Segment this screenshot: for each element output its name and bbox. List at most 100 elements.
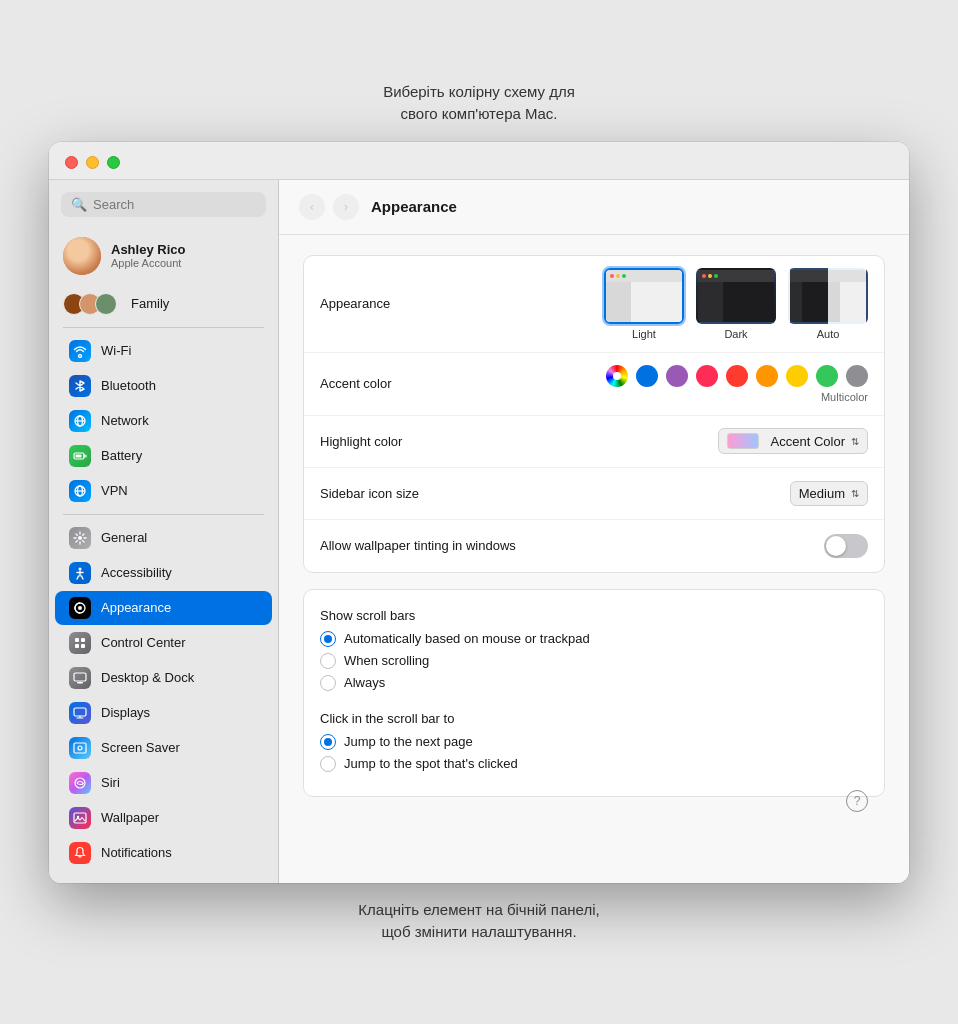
accent-dot-green[interactable]: [816, 365, 838, 387]
scroll-bars-option-scrolling[interactable]: When scrolling: [320, 653, 868, 669]
search-icon: 🔍: [71, 197, 87, 212]
network-icon: [69, 410, 91, 432]
scroll-bars-option-auto[interactable]: Automatically based on mouse or trackpad: [320, 631, 868, 647]
avatar: [63, 237, 101, 275]
content-header: ‹ › Appearance: [279, 180, 909, 235]
highlight-color-dropdown[interactable]: Accent Color ⇅: [718, 428, 868, 454]
scroll-bar-click-option-spot[interactable]: Jump to the spot that's clicked: [320, 756, 868, 772]
wifi-icon: [69, 340, 91, 362]
minimize-button[interactable]: [86, 156, 99, 169]
svg-rect-15: [77, 682, 83, 684]
sidebar-item-label-wallpaper: Wallpaper: [101, 810, 159, 825]
appearance-row: Appearance: [304, 256, 884, 353]
accent-dot-blue[interactable]: [636, 365, 658, 387]
sidebar-item-appearance[interactable]: Appearance: [55, 591, 272, 625]
sidebar: 🔍 Ashley Rico Apple Account: [49, 180, 279, 883]
general-icon: [69, 527, 91, 549]
appearance-section: Appearance: [303, 255, 885, 573]
sidebar-item-general[interactable]: General: [55, 521, 272, 555]
sidebar-item-label-bluetooth: Bluetooth: [101, 378, 156, 393]
scroll-bars-option-auto-label: Automatically based on mouse or trackpad: [344, 631, 590, 646]
search-bar[interactable]: 🔍: [61, 192, 266, 217]
desktop-dock-icon: [69, 667, 91, 689]
forward-button[interactable]: ›: [333, 194, 359, 220]
sidebar-item-wallpaper[interactable]: Wallpaper: [55, 801, 272, 835]
sidebar-item-battery[interactable]: Battery: [55, 439, 272, 473]
family-avatar-3: [95, 293, 117, 315]
sidebar-item-label-network: Network: [101, 413, 149, 428]
sidebar-item-label-control-center: Control Center: [101, 635, 186, 650]
maximize-button[interactable]: [107, 156, 120, 169]
scroll-bar-click-label: Click in the scroll bar to: [320, 711, 868, 726]
appearance-label: Appearance: [320, 296, 500, 311]
appearance-thumb-auto: [788, 268, 868, 324]
highlight-color-row: Highlight color Accent Color ⇅: [304, 416, 884, 468]
sidebar-item-label-accessibility: Accessibility: [101, 565, 172, 580]
sidebar-icon-size-dropdown[interactable]: Medium ⇅: [790, 481, 868, 506]
sidebar-item-wifi[interactable]: Wi-Fi: [55, 334, 272, 368]
main-content: ‹ › Appearance Appearance: [279, 180, 909, 883]
accent-dot-pink[interactable]: [696, 365, 718, 387]
search-input[interactable]: [93, 197, 256, 212]
appearance-thumb-light: [604, 268, 684, 324]
sidebar-item-bluetooth[interactable]: Bluetooth: [55, 369, 272, 403]
user-subtitle: Apple Account: [111, 257, 185, 269]
screen-saver-icon: [69, 737, 91, 759]
vpn-icon: [69, 480, 91, 502]
close-button[interactable]: [65, 156, 78, 169]
wallpaper-icon: [69, 807, 91, 829]
appearance-control: Light: [500, 268, 868, 340]
user-section[interactable]: Ashley Rico Apple Account: [49, 229, 278, 283]
wallpaper-tinting-toggle[interactable]: [824, 534, 868, 558]
scroll-bar-click-option-next-page[interactable]: Jump to the next page: [320, 734, 868, 750]
svg-point-18: [78, 746, 82, 750]
svg-rect-13: [81, 644, 85, 648]
accent-dot-yellow[interactable]: [786, 365, 808, 387]
sidebar-item-label-screen-saver: Screen Saver: [101, 740, 180, 755]
accent-dot-multicolor[interactable]: [606, 365, 628, 387]
siri-icon: [69, 772, 91, 794]
svg-rect-14: [74, 673, 86, 681]
accent-color-control: Multicolor: [500, 365, 868, 403]
appearance-option-dark[interactable]: Dark: [696, 268, 776, 340]
help-button[interactable]: ?: [846, 790, 868, 812]
accent-dot-red[interactable]: [726, 365, 748, 387]
highlight-color-value: Accent Color: [771, 434, 845, 449]
sidebar-item-siri[interactable]: Siri: [55, 766, 272, 800]
page-title: Appearance: [371, 198, 457, 215]
appearance-thumb-dark: [696, 268, 776, 324]
accent-dot-graphite[interactable]: [846, 365, 868, 387]
scroll-bars-option-always[interactable]: Always: [320, 675, 868, 691]
svg-rect-12: [75, 644, 79, 648]
radio-circle-always: [320, 675, 336, 691]
sidebar-icon-size-label: Sidebar icon size: [320, 486, 500, 501]
appearance-option-label-light: Light: [632, 328, 656, 340]
sidebar-item-displays[interactable]: Displays: [55, 696, 272, 730]
sidebar-item-label-vpn: VPN: [101, 483, 128, 498]
back-button[interactable]: ‹: [299, 194, 325, 220]
family-label: Family: [131, 296, 169, 311]
chevron-up-down-icon-2: ⇅: [851, 488, 859, 499]
sidebar-item-notifications[interactable]: Notifications: [55, 836, 272, 870]
sidebar-item-network[interactable]: Network: [55, 404, 272, 438]
svg-rect-20: [74, 813, 86, 823]
appearance-option-light[interactable]: Light: [604, 268, 684, 340]
control-center-icon: [69, 632, 91, 654]
sidebar-item-label-siri: Siri: [101, 775, 120, 790]
family-row[interactable]: Family: [49, 287, 278, 321]
radio-circle-auto: [320, 631, 336, 647]
notifications-icon: [69, 842, 91, 864]
accent-dot-orange[interactable]: [756, 365, 778, 387]
accent-dot-purple[interactable]: [666, 365, 688, 387]
accent-sublabel: Multicolor: [821, 391, 868, 403]
sidebar-item-vpn[interactable]: VPN: [55, 474, 272, 508]
sidebar-item-desktop-dock[interactable]: Desktop & Dock: [55, 661, 272, 695]
appearance-option-auto[interactable]: Auto: [788, 268, 868, 340]
scroll-bars-option-scrolling-label: When scrolling: [344, 653, 429, 668]
sidebar-separator-2: [63, 514, 264, 515]
svg-rect-17: [74, 743, 86, 753]
radio-circle-next-page: [320, 734, 336, 750]
sidebar-item-accessibility[interactable]: Accessibility: [55, 556, 272, 590]
sidebar-item-screen-saver[interactable]: Screen Saver: [55, 731, 272, 765]
sidebar-item-control-center[interactable]: Control Center: [55, 626, 272, 660]
